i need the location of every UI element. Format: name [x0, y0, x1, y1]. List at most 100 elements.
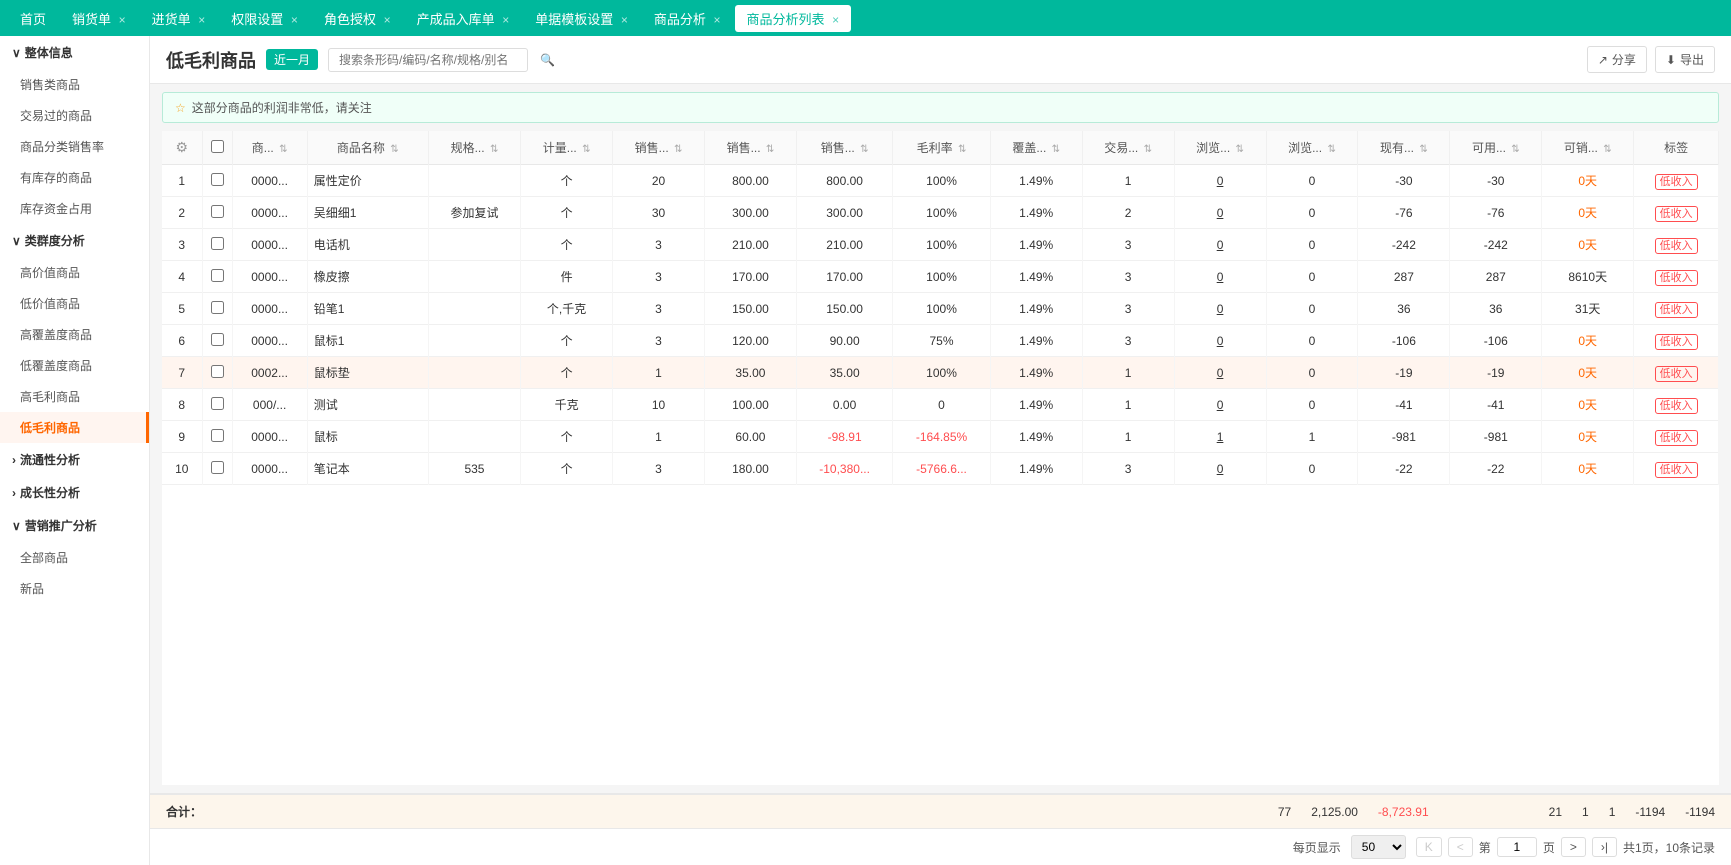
coverage-column-header[interactable]: 覆盖... ⇅ — [990, 131, 1082, 165]
export-button[interactable]: ⬇ 导出 — [1655, 46, 1715, 73]
nav-product-analysis[interactable]: 商品分析 × — [642, 5, 733, 32]
unit-column-header[interactable]: 计量... ⇅ — [521, 131, 613, 165]
next-page-button[interactable]: > — [1561, 837, 1586, 857]
gross-margin-cell: 100% — [893, 165, 990, 197]
browse1-cell[interactable]: 0 — [1174, 293, 1266, 325]
sales-price-cell: 120.00 — [704, 325, 796, 357]
code-column-header[interactable]: 商... ⇅ — [232, 131, 307, 165]
nav-purchase-order[interactable]: 进货单 × — [140, 5, 218, 32]
checkbox-cell[interactable] — [202, 165, 232, 197]
row-checkbox[interactable] — [211, 397, 224, 410]
close-icon[interactable]: × — [832, 13, 839, 27]
checkbox-cell[interactable] — [202, 325, 232, 357]
code-cell: 0000... — [232, 421, 307, 453]
search-input[interactable] — [328, 48, 528, 72]
row-checkbox[interactable] — [211, 173, 224, 186]
checkbox-column-header[interactable] — [202, 131, 232, 165]
checkbox-cell[interactable] — [202, 261, 232, 293]
checkbox-cell[interactable] — [202, 389, 232, 421]
sidebar-item-low-margin[interactable]: 低毛利商品 — [0, 412, 149, 443]
sales-price-column-header[interactable]: 销售... ⇅ — [704, 131, 796, 165]
share-button[interactable]: ↗ 分享 — [1587, 46, 1647, 73]
close-icon[interactable]: × — [119, 13, 126, 27]
sidebar-item-traded-products[interactable]: 交易过的商品 — [0, 100, 149, 131]
browse1-column-header[interactable]: 浏览... ⇅ — [1174, 131, 1266, 165]
sidebar-item-inventory-capital[interactable]: 库存资金占用 — [0, 193, 149, 224]
sidebar-item-stocked-products[interactable]: 有库存的商品 — [0, 162, 149, 193]
close-icon[interactable]: × — [291, 13, 298, 27]
prev-page-button[interactable]: < — [1448, 837, 1473, 857]
current-stock-column-header[interactable]: 现有... ⇅ — [1358, 131, 1450, 165]
period-tag-button[interactable]: 近一月 — [266, 49, 318, 70]
row-checkbox[interactable] — [211, 365, 224, 378]
browse1-cell[interactable]: 0 — [1174, 453, 1266, 485]
checkbox-cell[interactable] — [202, 229, 232, 261]
per-page-select[interactable]: 50 100 200 — [1351, 835, 1406, 859]
transaction-column-header[interactable]: 交易... ⇅ — [1082, 131, 1174, 165]
saleable-column-header[interactable]: 可销... ⇅ — [1542, 131, 1634, 165]
browse1-cell[interactable]: 1 — [1174, 421, 1266, 453]
nav-role-auth[interactable]: 角色授权 × — [312, 5, 403, 32]
sidebar-item-low-value[interactable]: 低价值商品 — [0, 288, 149, 319]
close-icon[interactable]: × — [198, 13, 205, 27]
sidebar-item-category-sales-rate[interactable]: 商品分类销售率 — [0, 131, 149, 162]
first-page-button[interactable]: K — [1416, 837, 1442, 857]
browse1-cell[interactable]: 0 — [1174, 165, 1266, 197]
close-icon[interactable]: × — [621, 13, 628, 27]
available-cell: -106 — [1450, 325, 1542, 357]
sidebar-item-low-coverage[interactable]: 低覆盖度商品 — [0, 350, 149, 381]
settings-column-header[interactable]: ⚙ — [162, 131, 202, 165]
sidebar-group-circulation[interactable]: › 流通性分析 — [0, 443, 149, 476]
sidebar-item-high-value[interactable]: 高价值商品 — [0, 257, 149, 288]
available-column-header[interactable]: 可用... ⇅ — [1450, 131, 1542, 165]
browse1-cell[interactable]: 0 — [1174, 197, 1266, 229]
browse1-cell[interactable]: 0 — [1174, 261, 1266, 293]
alert-bar: ☆ 这部分商品的利润非常低，请关注 — [162, 92, 1719, 123]
checkbox-cell[interactable] — [202, 293, 232, 325]
row-checkbox[interactable] — [211, 333, 224, 346]
nav-permission[interactable]: 权限设置 × — [219, 5, 310, 32]
close-icon[interactable]: × — [384, 13, 391, 27]
nav-template-settings[interactable]: 单据模板设置 × — [523, 5, 640, 32]
sidebar-group-growth[interactable]: › 成长性分析 — [0, 476, 149, 509]
row-checkbox[interactable] — [211, 429, 224, 442]
sidebar-item-new-products[interactable]: 新品 — [0, 573, 149, 604]
browse1-cell[interactable]: 0 — [1174, 389, 1266, 421]
checkbox-cell[interactable] — [202, 357, 232, 389]
sidebar-group-cluster[interactable]: ∨ 类群度分析 — [0, 224, 149, 257]
browse1-cell[interactable]: 0 — [1174, 357, 1266, 389]
sidebar-group-marketing[interactable]: ∨ 营销推广分析 — [0, 509, 149, 542]
spec-column-header[interactable]: 规格... ⇅ — [428, 131, 520, 165]
sidebar-item-all-products[interactable]: 全部商品 — [0, 542, 149, 573]
nav-sales-order[interactable]: 销货单 × — [60, 5, 138, 32]
row-checkbox[interactable] — [211, 461, 224, 474]
name-column-header[interactable]: 商品名称 ⇅ — [307, 131, 428, 165]
page-input[interactable] — [1497, 837, 1537, 857]
row-checkbox[interactable] — [211, 237, 224, 250]
last-page-button[interactable]: ›| — [1592, 837, 1617, 857]
sidebar-item-high-margin[interactable]: 高毛利商品 — [0, 381, 149, 412]
nav-home[interactable]: 首页 — [8, 5, 58, 32]
row-checkbox[interactable] — [211, 269, 224, 282]
nav-product-analysis-list[interactable]: 商品分析列表 × — [735, 5, 852, 32]
row-checkbox[interactable] — [211, 301, 224, 314]
table-row: 7 0002... 鼠标垫 个 1 35.00 35.00 100% 1.49%… — [162, 357, 1719, 389]
checkbox-cell[interactable] — [202, 197, 232, 229]
checkbox-cell[interactable] — [202, 453, 232, 485]
nav-product-stock[interactable]: 产成品入库单 × — [405, 5, 522, 32]
sidebar-item-high-coverage[interactable]: 高覆盖度商品 — [0, 319, 149, 350]
select-all-checkbox[interactable] — [211, 140, 224, 153]
sales-qty-column-header[interactable]: 销售... ⇅ — [613, 131, 705, 165]
close-icon[interactable]: × — [713, 13, 720, 27]
sidebar-item-sales-products[interactable]: 销售类商品 — [0, 69, 149, 100]
search-icon[interactable]: 🔍 — [540, 53, 555, 67]
sidebar-group-overall[interactable]: ∨ 整体信息 — [0, 36, 149, 69]
gross-margin-column-header[interactable]: 毛利率 ⇅ — [893, 131, 990, 165]
sales-profit-column-header[interactable]: 销售... ⇅ — [796, 131, 892, 165]
row-checkbox[interactable] — [211, 205, 224, 218]
browse1-cell[interactable]: 0 — [1174, 325, 1266, 357]
close-icon[interactable]: × — [502, 13, 509, 27]
browse2-column-header[interactable]: 浏览... ⇅ — [1266, 131, 1358, 165]
checkbox-cell[interactable] — [202, 421, 232, 453]
browse1-cell[interactable]: 0 — [1174, 229, 1266, 261]
